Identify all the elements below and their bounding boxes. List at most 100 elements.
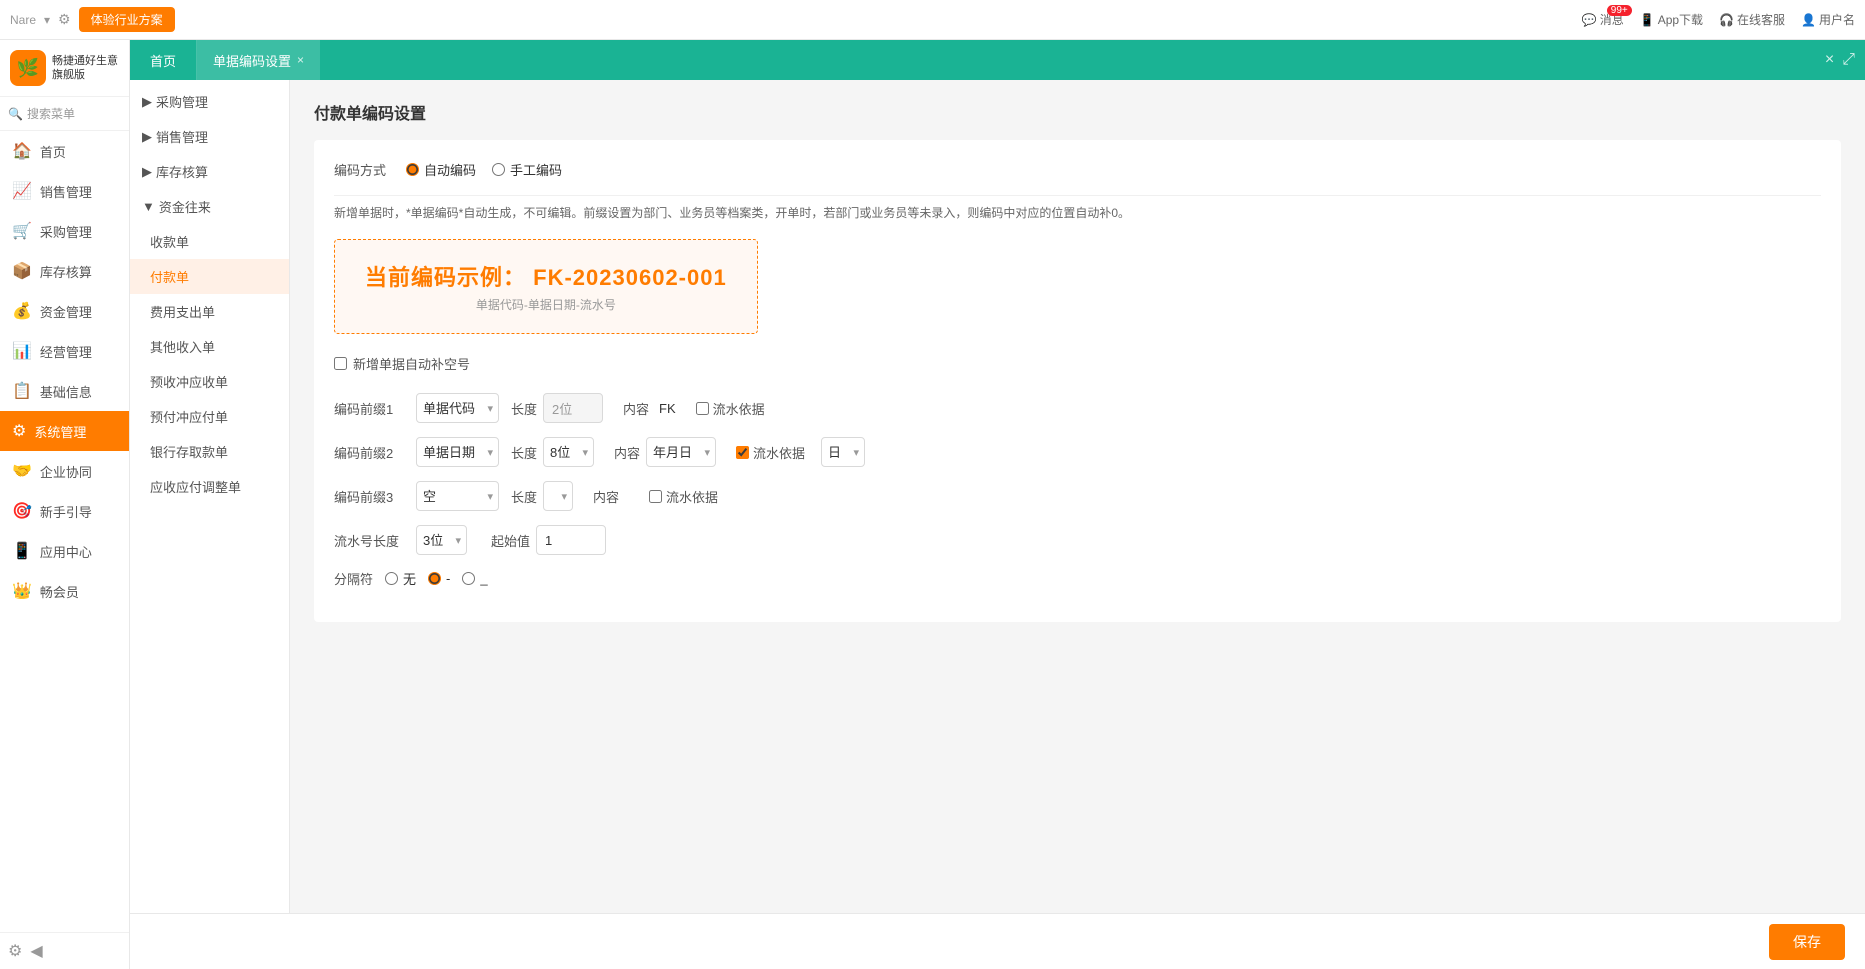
sidebar-item-home[interactable]: 🏠 首页 xyxy=(0,131,129,171)
prefix2-select[interactable]: 单据日期 单据代码 空 xyxy=(416,437,499,467)
config-row-prefix2: 编码前缀2 单据日期 单据代码 空 长度 xyxy=(334,437,1821,467)
settings-icon[interactable]: ⚙ xyxy=(58,11,71,28)
sidebar-item-sales[interactable]: 📈 销售管理 xyxy=(0,171,129,211)
online-service-button[interactable]: 🎧 在线客服 xyxy=(1719,11,1785,28)
prefix2-length-field: 长度 8位 6位 4位 xyxy=(511,437,594,467)
sep-none-radio[interactable] xyxy=(385,572,398,585)
serial-length-wrapper[interactable]: 3位 4位 5位 xyxy=(416,525,467,555)
sep-dot2-radio[interactable] xyxy=(462,572,475,585)
mid-leaf-adjust[interactable]: 应收应付调整单 xyxy=(130,469,289,504)
dropdown-arrow-icon[interactable]: ▾ xyxy=(44,13,50,27)
mid-leaf-receipt[interactable]: 收款单 xyxy=(130,224,289,259)
sidebar-item-appcenter[interactable]: 📱 应用中心 xyxy=(0,531,129,571)
prefix2-content-select[interactable]: 年月日 年月 年 xyxy=(646,437,716,467)
prefix1-select-wrapper[interactable]: 单据代码 单据日期 空 部门 业务员 xyxy=(416,393,499,423)
mid-leaf-other-income[interactable]: 其他收入单 xyxy=(130,329,289,364)
mid-group-sales[interactable]: ▶ 销售管理 xyxy=(130,119,289,154)
prefix3-select[interactable]: 空 单据代码 单据日期 xyxy=(416,481,499,511)
sidebar-item-inventory[interactable]: 📦 库存核算 xyxy=(0,251,129,291)
prefix1-length-label: 长度 xyxy=(511,399,537,418)
prefix2-period-wrapper[interactable]: 日 月 年 xyxy=(821,437,865,467)
tab-home[interactable]: 首页 xyxy=(130,40,197,80)
prefix3-select-wrapper[interactable]: 空 单据代码 单据日期 xyxy=(416,481,499,511)
sep-dot2[interactable]: _ xyxy=(462,571,487,586)
inventory-icon: 📦 xyxy=(12,261,32,281)
bottom-collapse-icon[interactable]: ◀ xyxy=(30,941,42,961)
prefix2-length-wrapper[interactable]: 8位 6位 4位 xyxy=(543,437,594,467)
encode-method-label: 编码方式 xyxy=(334,160,386,179)
radio-auto[interactable]: 自动编码 xyxy=(406,160,476,179)
serial-start-input[interactable] xyxy=(536,525,606,555)
sales-icon: 📈 xyxy=(12,181,32,201)
auto-fill-checkbox[interactable] xyxy=(334,357,347,370)
prefix3-content-field: 内容 xyxy=(585,487,629,506)
sidebar-bottom: ⚙ ◀ xyxy=(0,932,129,969)
bottom-settings-icon[interactable]: ⚙ xyxy=(8,941,22,961)
sep-dot1-radio[interactable] xyxy=(428,572,441,585)
mid-leaf-expense[interactable]: 费用支出单 xyxy=(130,294,289,329)
right-section: 首页 单据编码设置 × × ⤢ ▶ 采购管理 ▶ xyxy=(130,40,1865,969)
prefix1-serial-checkbox[interactable] xyxy=(696,402,709,415)
sidebar-item-member[interactable]: 👑 畅会员 xyxy=(0,571,129,611)
trial-button[interactable]: 体验行业方案 xyxy=(79,7,175,32)
message-badge: 99+ xyxy=(1607,5,1632,16)
divider-1 xyxy=(334,195,1821,196)
sidebar-logo: 🌿 畅捷通好生意 旗舰版 xyxy=(0,40,129,97)
prefix2-length-select[interactable]: 8位 6位 4位 xyxy=(543,437,594,467)
prefix2-serial-label: 流水依据 xyxy=(753,443,805,462)
sidebar-item-operations[interactable]: 📊 经营管理 xyxy=(0,331,129,371)
mid-leaf-prepay-recv[interactable]: 预收冲应收单 xyxy=(130,364,289,399)
mid-leaf-bank[interactable]: 银行存取款单 xyxy=(130,434,289,469)
prefix1-content-field: 内容 FK xyxy=(615,399,676,418)
main-layout: 🌿 畅捷通好生意 旗舰版 🔍 搜索菜单 🏠 首页 📈 销售管理 🛒 采购管理 xyxy=(0,40,1865,969)
mid-group-purchase-arrow: ▶ xyxy=(142,94,152,110)
sidebar-item-basic[interactable]: 📋 基础信息 xyxy=(0,371,129,411)
sidebar-item-system[interactable]: ⚙ 系统管理 xyxy=(0,411,129,451)
prefix1-select[interactable]: 单据代码 单据日期 空 部门 业务员 xyxy=(416,393,499,423)
prefix2-length-label: 长度 xyxy=(511,443,537,462)
prefix3-serial-label: 流水依据 xyxy=(666,487,718,506)
radio-auto-input[interactable] xyxy=(406,163,419,176)
sep-none[interactable]: 无 xyxy=(385,569,416,588)
prefix2-content-label: 内容 xyxy=(614,443,640,462)
sidebar-item-guide[interactable]: 🎯 新手引导 xyxy=(0,491,129,531)
prefix3-length-wrapper[interactable] xyxy=(543,481,573,511)
prefix2-serial-checkbox[interactable] xyxy=(736,446,749,459)
prefix3-length-select[interactable] xyxy=(543,481,573,511)
content-area: ▶ 采购管理 ▶ 销售管理 ▶ 库存核算 ▼ 资金往来 收 xyxy=(130,80,1865,913)
sidebar-search[interactable]: 🔍 搜索菜单 xyxy=(0,97,129,131)
radio-manual[interactable]: 手工编码 xyxy=(492,160,562,179)
finance-icon: 💰 xyxy=(12,301,32,321)
tab-expand-icon[interactable]: ⤢ xyxy=(1842,51,1855,69)
sidebar-item-purchase[interactable]: 🛒 采购管理 xyxy=(0,211,129,251)
top-bar-right: 💬 消息 99+ 📱 App下载 🎧 在线客服 👤 用户名 xyxy=(1582,11,1855,28)
mid-leaf-prepay-pay[interactable]: 预付冲应付单 xyxy=(130,399,289,434)
message-button[interactable]: 💬 消息 99+ xyxy=(1582,11,1624,28)
mid-group-inventory[interactable]: ▶ 库存核算 xyxy=(130,154,289,189)
user-avatar[interactable]: 👤 用户名 xyxy=(1801,11,1855,28)
preview-code-value: FK-20230602-001 xyxy=(533,265,727,290)
prefix2-label: 编码前缀2 xyxy=(334,443,404,462)
app-download-button[interactable]: 📱 App下载 xyxy=(1640,11,1703,28)
config-row-prefix3: 编码前缀3 空 单据代码 单据日期 长度 xyxy=(334,481,1821,511)
prefix3-serial-checkbox[interactable] xyxy=(649,490,662,503)
tab-close-icon[interactable]: × xyxy=(297,53,304,67)
prefix2-select-wrapper[interactable]: 单据日期 单据代码 空 xyxy=(416,437,499,467)
radio-manual-input[interactable] xyxy=(492,163,505,176)
mid-group-purchase[interactable]: ▶ 采购管理 xyxy=(130,84,289,119)
tab-active[interactable]: 单据编码设置 × xyxy=(197,40,320,80)
top-bar-left: Nare ▾ ⚙ 体验行业方案 xyxy=(10,7,1582,32)
save-button[interactable]: 保存 xyxy=(1769,924,1845,960)
sep-dot1[interactable]: - xyxy=(428,571,450,586)
sidebar-item-enterprise[interactable]: 🤝 企业协同 xyxy=(0,451,129,491)
prefix2-content-wrapper[interactable]: 年月日 年月 年 xyxy=(646,437,716,467)
prefix1-length-field: 长度 xyxy=(511,393,603,423)
sidebar-item-finance[interactable]: 💰 资金管理 xyxy=(0,291,129,331)
mid-leaf-payment[interactable]: 付款单 xyxy=(130,259,289,294)
tab-minimize-icon[interactable]: × xyxy=(1825,51,1834,69)
left-sidebar: 🌿 畅捷通好生意 旗舰版 🔍 搜索菜单 🏠 首页 📈 销售管理 🛒 采购管理 xyxy=(0,40,130,969)
mid-group-finance[interactable]: ▼ 资金往来 xyxy=(130,189,289,224)
serial-length-select[interactable]: 3位 4位 5位 xyxy=(416,525,467,555)
prefix3-length-field: 长度 xyxy=(511,481,573,511)
prefix2-period-select[interactable]: 日 月 年 xyxy=(821,437,865,467)
